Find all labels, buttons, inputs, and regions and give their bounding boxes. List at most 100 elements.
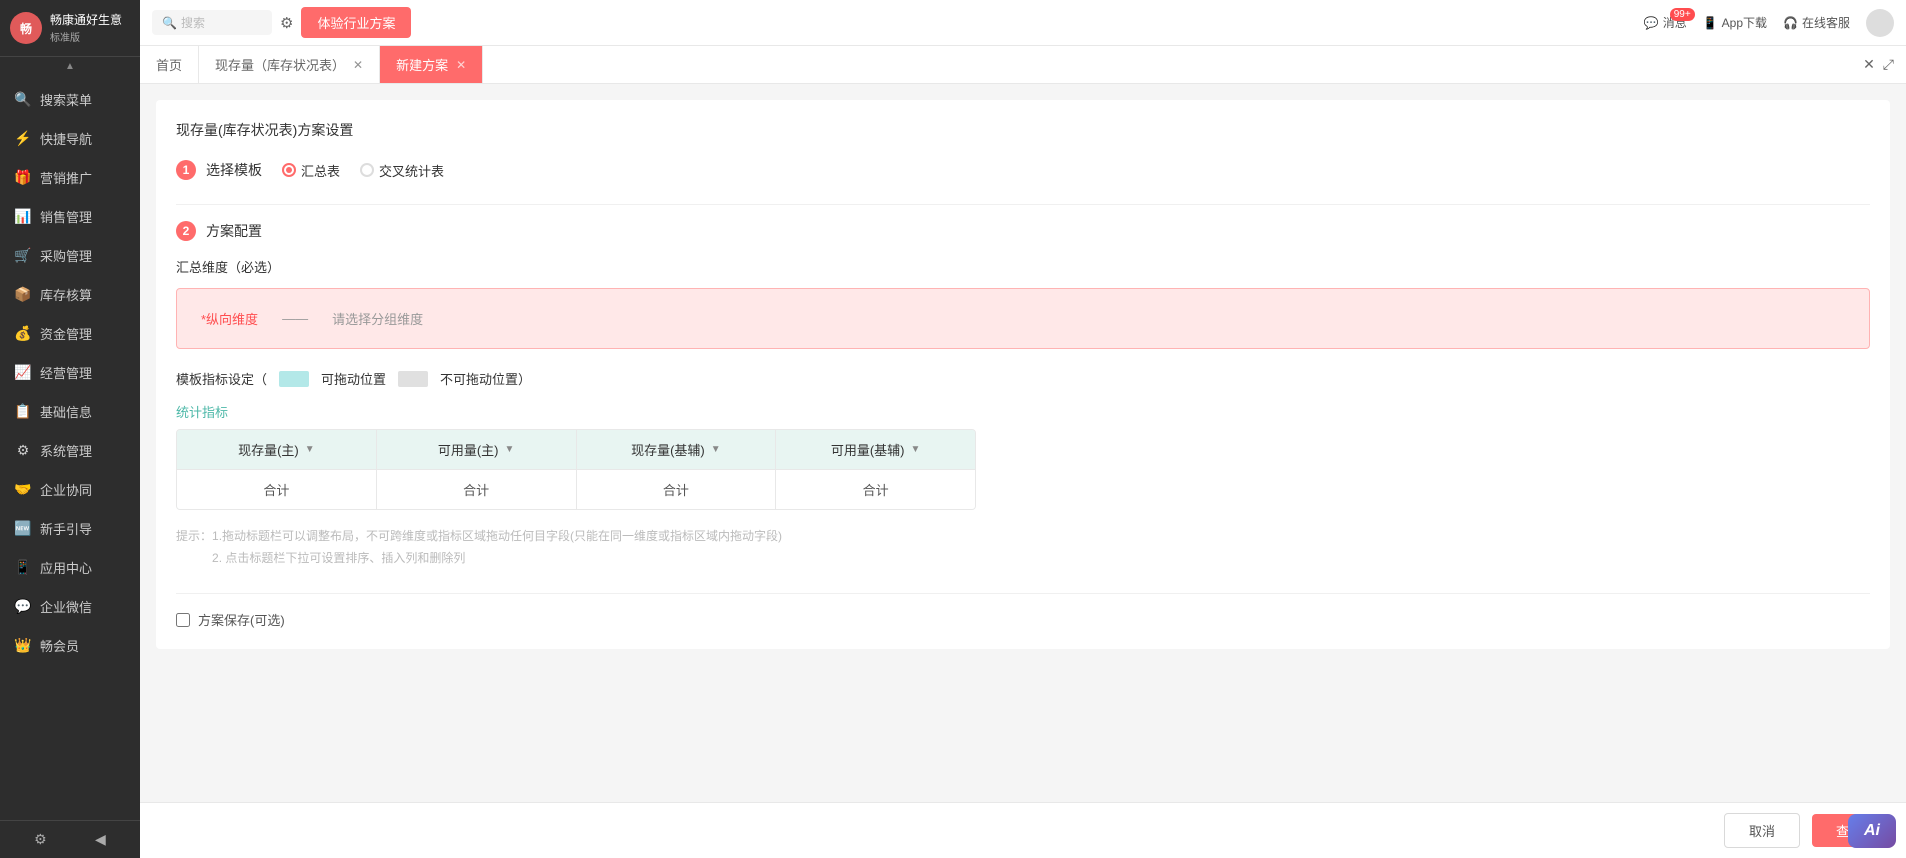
sidebar-icon: 🔍 [14, 91, 32, 109]
topbar-search[interactable]: 🔍 搜索 [152, 10, 272, 35]
sidebar-item-基础信息[interactable]: 📋 基础信息 [0, 392, 140, 431]
online-service-link[interactable]: 🎧 在线客服 [1783, 14, 1850, 31]
sidebar-icon: 🤝 [14, 481, 32, 499]
sidebar-footer: ⚙ ◀ [0, 820, 140, 858]
sidebar-item-label: 畅会员 [40, 636, 79, 655]
sidebar-item-企业微信[interactable]: 💬企业微信 [0, 587, 140, 626]
vertical-dim-box[interactable]: *纵向维度 —— 请选择分组维度 [176, 288, 1870, 349]
radio-summary-label: 汇总表 [301, 161, 340, 180]
section2-title: 方案配置 [206, 221, 262, 241]
section2-number: 2 [176, 221, 196, 241]
message-icon: 💬 [1644, 16, 1659, 30]
gear-icon[interactable]: ⚙ [280, 14, 293, 32]
radio-summary-dot [286, 167, 292, 173]
sidebar-icon: 📊 [14, 208, 32, 226]
sidebar-icon: 🛒 [14, 247, 32, 265]
save-label: 方案保存(可选) [198, 610, 285, 629]
sidebar-item-label: 企业微信 [40, 597, 92, 616]
sidebar-icon: 📦 [14, 286, 32, 304]
tab-actions: ✕ ⤢ [1851, 56, 1906, 73]
sidebar-item-label: 资金管理 [40, 324, 92, 343]
save-row: 方案保存(可选) [176, 610, 1870, 629]
draggable-indicator [279, 371, 309, 387]
sidebar-item-经营管理[interactable]: 📈经营管理 [0, 353, 140, 392]
indicators-row: 模板指标设定（ 可拖动位置 不可拖动位置） [176, 369, 1870, 388]
ai-button[interactable]: Ai [1848, 814, 1896, 848]
tips-box: 提示：1.拖动标题栏可以调整布局，不可跨维度或指标区域拖动任何目字段(只能在同一… [176, 526, 1870, 569]
sidebar-item-label: 系统管理 [40, 441, 92, 460]
search-placeholder: 搜索 [181, 14, 205, 31]
sidebar-item-库存核算[interactable]: 📦 库存核算 [0, 275, 140, 314]
section1-number: 1 [176, 160, 196, 180]
stats-col-header[interactable]: 现存量(主)▼ [177, 430, 376, 470]
sidebar-item-营销推广[interactable]: 🎁营销推广 [0, 158, 140, 197]
sidebar-scroll-up[interactable]: ▲ [0, 57, 140, 76]
cancel-button[interactable]: 取消 [1724, 813, 1800, 848]
radio-summary-table[interactable]: 汇总表 [282, 161, 340, 180]
sidebar-item-销售管理[interactable]: 📊销售管理 [0, 197, 140, 236]
save-checkbox[interactable] [176, 613, 190, 627]
non-draggable-label: 不可拖动位置） [440, 369, 531, 388]
radio-cross-table[interactable]: 交叉统计表 [360, 161, 444, 180]
sidebar-icon: 📋 [14, 403, 32, 421]
sidebar-item-应用中心[interactable]: 📱应用中心 [0, 548, 140, 587]
chevron-down-icon: ▼ [305, 444, 315, 455]
sidebar-item-畅会员[interactable]: 👑畅会员 [0, 626, 140, 665]
bottom-bar: 取消 查询 [140, 802, 1906, 858]
tab-close-all-icon[interactable]: ✕ [1863, 56, 1875, 73]
radio-cross-label: 交叉统计表 [379, 161, 444, 180]
topbar-right: 💬 消息 99+ 📱 App下载 🎧 在线客服 [1644, 9, 1894, 37]
sidebar-item-label: 应用中心 [40, 558, 92, 577]
section1-title: 选择模板 [206, 160, 262, 180]
tab-new-scheme[interactable]: 新建方案 ✕ [380, 46, 483, 83]
sidebar-item-系统管理[interactable]: ⚙系统管理 [0, 431, 140, 470]
tab-home[interactable]: 首页 [140, 46, 199, 83]
stats-col-body: 合计 [377, 470, 576, 509]
content-card: 现存量(库存状况表)方案设置 1 选择模板 汇总表 [156, 100, 1890, 649]
tab-inventory-status[interactable]: 现存量（库存状况表） ✕ [199, 46, 380, 83]
chevron-down-icon: ▼ [505, 444, 515, 455]
app-logo: 畅 [10, 12, 42, 44]
sidebar-icon: ⚡ [14, 130, 32, 148]
section-template: 1 选择模板 汇总表 交叉统计表 [176, 160, 1870, 180]
sidebar-item-新手引导[interactable]: 🆕新手引导 [0, 509, 140, 548]
sidebar-item-资金管理[interactable]: 💰资金管理 [0, 314, 140, 353]
sidebar-item-label: 搜索菜单 [40, 90, 92, 109]
sidebar-item-企业协同[interactable]: 🤝 企业协同 [0, 470, 140, 509]
stats-col-body: 合计 [577, 470, 776, 509]
sidebar-item-label: 库存核算 [40, 285, 92, 304]
settings-icon[interactable]: ⚙ [34, 831, 47, 848]
tab-expand-icon[interactable]: ⤢ [1883, 56, 1894, 73]
sidebar-item-快捷导航[interactable]: ⚡ 快捷导航 [0, 119, 140, 158]
message-button[interactable]: 💬 消息 99+ [1644, 14, 1687, 31]
tab-inventory-close[interactable]: ✕ [353, 59, 363, 71]
section-scheme: 2 方案配置 汇总维度（必选） *纵向维度 —— 请选择分组维度 模板指标设定（… [176, 221, 1870, 569]
stats-col-header[interactable]: 可用量(主)▼ [377, 430, 576, 470]
tip-1: 提示：1.拖动标题栏可以调整布局，不可跨维度或指标区域拖动任何目字段(只能在同一… [176, 526, 1870, 548]
dim-divider: —— [282, 311, 308, 326]
radio-summary-circle [282, 163, 296, 177]
sidebar-nav: 🔍 搜索菜单 ⚡ 快捷导航 🎁营销推广📊销售管理 🛒 采购管理 📦 库存核算 💰资金管理📈经营管理… [0, 76, 140, 820]
app-download-link[interactable]: 📱 App下载 [1703, 14, 1767, 31]
search-icon: 🔍 [162, 16, 177, 30]
tab-inventory-label: 现存量（库存状况表） [215, 55, 345, 74]
stats-col-header[interactable]: 可用量(基辅)▼ [776, 430, 975, 470]
sidebar-item-label: 采购管理 [40, 246, 92, 265]
page-title: 现存量(库存状况表)方案设置 [176, 120, 1870, 140]
sidebar-item-搜索菜单[interactable]: 🔍 搜索菜单 [0, 80, 140, 119]
tab-new-close[interactable]: ✕ [456, 59, 466, 71]
main-area: 🔍 搜索 ⚙ 体验行业方案 💬 消息 99+ 📱 App下载 🎧 在线客服 [140, 0, 1906, 858]
sidebar-item-label: 基础信息 [40, 402, 92, 421]
try-industry-button[interactable]: 体验行业方案 [301, 7, 411, 38]
topbar: 🔍 搜索 ⚙ 体验行业方案 💬 消息 99+ 📱 App下载 🎧 在线客服 [140, 0, 1906, 46]
sidebar-item-label: 企业协同 [40, 480, 92, 499]
sidebar-item-label: 快捷导航 [40, 129, 92, 148]
non-draggable-indicator [398, 371, 428, 387]
collapse-icon[interactable]: ◀ [95, 831, 106, 848]
sidebar: 畅 畅康通好生意 标准版 ▲ 🔍搜索菜单⚡快捷导航🎁营销推广📊销售管理🛒采购管理… [0, 0, 140, 858]
tab-home-label: 首页 [156, 55, 182, 74]
user-avatar[interactable] [1866, 9, 1894, 37]
sidebar-item-采购管理[interactable]: 🛒 采购管理 [0, 236, 140, 275]
message-badge: 99+ [1670, 8, 1695, 21]
stats-col-header[interactable]: 现存量(基辅)▼ [577, 430, 776, 470]
